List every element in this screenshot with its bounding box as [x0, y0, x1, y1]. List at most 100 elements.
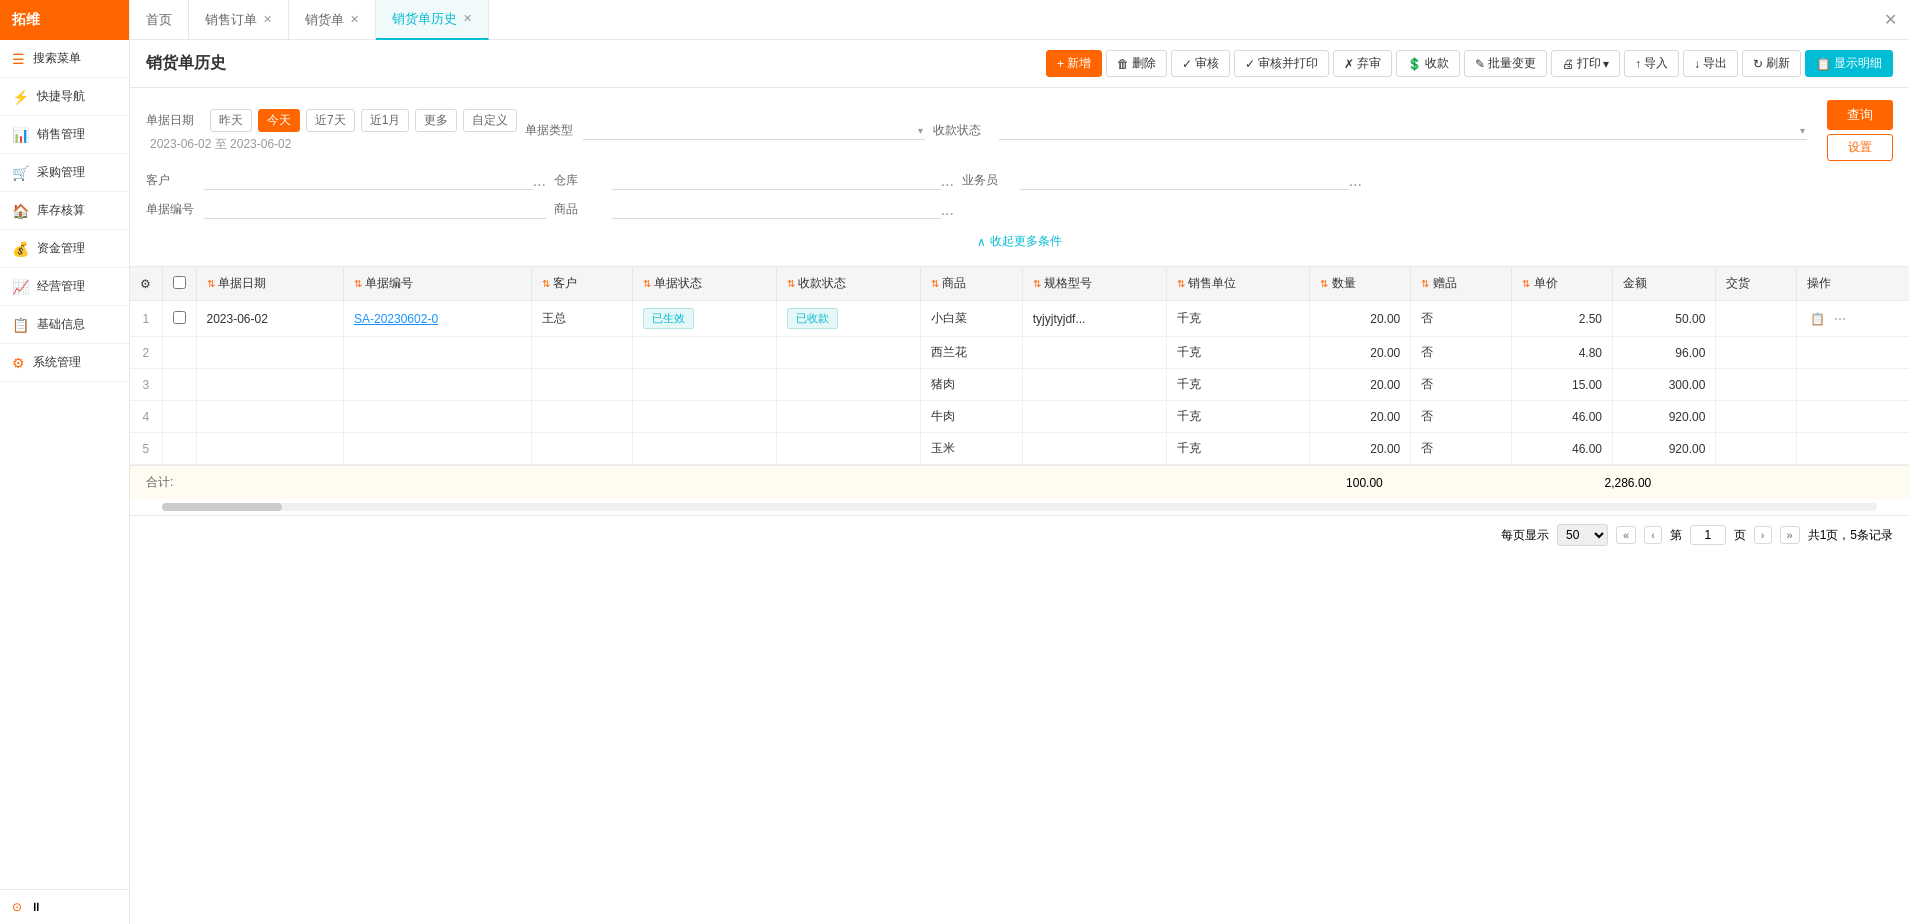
tab-home[interactable]: 首页	[130, 0, 189, 40]
cell-row-num: 1	[130, 301, 162, 337]
col-sales-unit[interactable]: ⇅ 销售单位	[1166, 267, 1310, 301]
sidebar-collapse-icon[interactable]: ⊙	[12, 900, 22, 914]
audit-print-button[interactable]: ✓ 审核并打印	[1234, 50, 1329, 77]
payment-status-select[interactable]	[999, 121, 1807, 139]
salesperson-input[interactable]	[1020, 171, 1349, 190]
cell-doc-status	[633, 337, 777, 369]
sidebar-item-inventory[interactable]: 🏠 库存核算	[0, 192, 129, 230]
tab-sales-order-close[interactable]: ✕	[263, 13, 272, 26]
col-quantity[interactable]: ⇅ 数量	[1310, 267, 1411, 301]
cell-sales-unit: 千克	[1166, 401, 1310, 433]
audit-button[interactable]: ✓ 审核	[1171, 50, 1230, 77]
first-page-button[interactable]: «	[1616, 526, 1636, 544]
product-dots[interactable]: ...	[941, 201, 954, 219]
per-page-select[interactable]: 50 100 200	[1557, 524, 1608, 546]
discard-button[interactable]: ✗ 弃审	[1333, 50, 1392, 77]
sidebar-pin-icon[interactable]: ⏸	[30, 900, 42, 914]
sort-icon: ⇅	[1033, 278, 1041, 289]
warehouse-input[interactable]	[612, 171, 941, 190]
col-gift[interactable]: ⇅ 赠品	[1411, 267, 1512, 301]
warehouse-dots[interactable]: ...	[941, 172, 954, 190]
date-btn-today[interactable]: 今天	[258, 109, 300, 132]
row-checkbox[interactable]	[173, 311, 186, 324]
batch-change-button[interactable]: ✎ 批量变更	[1464, 50, 1547, 77]
tab-sales-history[interactable]: 销货单历史 ✕	[376, 0, 489, 40]
col-doc-number[interactable]: ⇅ 单据编号	[344, 267, 532, 301]
new-button[interactable]: + 新增	[1046, 50, 1102, 77]
cell-sales-unit: 千克	[1166, 301, 1310, 337]
horizontal-scrollbar[interactable]	[162, 503, 1877, 511]
date-btn-1month[interactable]: 近1月	[361, 109, 410, 132]
tab-sales-goods-close[interactable]: ✕	[350, 13, 359, 26]
col-customer[interactable]: ⇅ 客户	[532, 267, 633, 301]
cell-doc-date	[196, 433, 344, 465]
doc-type-arrow-icon: ▾	[918, 125, 923, 136]
salesperson-dots[interactable]: ...	[1349, 172, 1362, 190]
print-button[interactable]: 🖨 打印 ▾	[1551, 50, 1620, 77]
cell-checkbox[interactable]	[162, 301, 196, 337]
col-checkbox[interactable]	[162, 267, 196, 301]
col-settings[interactable]: ⚙	[130, 267, 162, 301]
op-more-icon[interactable]: ⋯	[1834, 312, 1846, 326]
show-detail-button[interactable]: 📋 显示明细	[1805, 50, 1893, 77]
prev-page-button[interactable]: ‹	[1644, 526, 1662, 544]
warehouse-label: 仓库	[554, 172, 604, 189]
cell-spec-type	[1022, 369, 1166, 401]
cell-doc-number	[344, 369, 532, 401]
salesperson-label: 业务员	[962, 172, 1012, 189]
collect-button[interactable]: 💲 收款	[1396, 50, 1460, 77]
col-doc-date[interactable]: ⇅ 单据日期	[196, 267, 344, 301]
refresh-button[interactable]: ↻ 刷新	[1742, 50, 1801, 77]
show-detail-icon: 📋	[1816, 57, 1831, 71]
finance-mgmt-icon: 💰	[12, 241, 29, 257]
delete-button[interactable]: 🗑 删除	[1106, 50, 1167, 77]
scrollbar-thumb[interactable]	[162, 503, 282, 511]
sidebar-item-sales-mgmt[interactable]: 📊 销售管理	[0, 116, 129, 154]
col-product[interactable]: ⇅ 商品	[920, 267, 1022, 301]
last-page-button[interactable]: »	[1780, 526, 1800, 544]
tab-sales-history-close[interactable]: ✕	[463, 12, 472, 25]
collapse-button[interactable]: ∧ 收起更多条件	[146, 229, 1893, 254]
import-button[interactable]: ↑ 导入	[1624, 50, 1679, 77]
customer-label: 客户	[146, 172, 196, 189]
cell-doc-number[interactable]: SA-20230602-0	[344, 301, 532, 337]
op-view-icon[interactable]: 📋	[1810, 312, 1825, 326]
import-icon: ↑	[1635, 57, 1641, 71]
table-footer: 合计: 100.00 2,286.00	[130, 465, 1909, 499]
date-btn-yesterday[interactable]: 昨天	[210, 109, 252, 132]
doc-number-input[interactable]	[204, 200, 546, 219]
export-button[interactable]: ↓ 导出	[1683, 50, 1738, 77]
date-btn-custom[interactable]: 自定义	[463, 109, 517, 132]
customer-dots[interactable]: ...	[533, 172, 546, 190]
next-page-button[interactable]: ›	[1754, 526, 1772, 544]
cell-operation[interactable]: 📋 ⋯	[1796, 301, 1909, 337]
settings-icon: ⚙	[140, 277, 151, 291]
customer-input[interactable]	[204, 171, 533, 190]
sidebar-item-ops-mgmt[interactable]: 📈 经营管理	[0, 268, 129, 306]
sidebar-item-finance-mgmt[interactable]: 💰 资金管理	[0, 230, 129, 268]
sidebar-item-quick-nav[interactable]: ⚡ 快捷导航	[0, 78, 129, 116]
col-payment-status[interactable]: ⇅ 收款状态	[776, 267, 920, 301]
tab-sales-goods-label: 销货单	[305, 11, 344, 29]
page-number-input[interactable]	[1690, 525, 1726, 545]
tab-sales-order[interactable]: 销售订单 ✕	[189, 0, 289, 40]
product-input[interactable]	[612, 200, 941, 219]
ops-mgmt-icon: 📈	[12, 279, 29, 295]
col-spec-type[interactable]: ⇅ 规格型号	[1022, 267, 1166, 301]
set-button[interactable]: 设置	[1827, 134, 1893, 161]
tab-bar-close[interactable]: ✕	[1872, 10, 1909, 29]
page-title: 销货单历史	[146, 53, 226, 74]
sidebar-item-purchase-mgmt[interactable]: 🛒 采购管理	[0, 154, 129, 192]
sidebar-item-system-mgmt[interactable]: ⚙ 系统管理	[0, 344, 129, 382]
sidebar-item-search-menu[interactable]: ☰ 搜索菜单	[0, 40, 129, 78]
date-btn-7days[interactable]: 近7天	[306, 109, 355, 132]
date-btn-more[interactable]: 更多	[415, 109, 457, 132]
new-icon: +	[1057, 57, 1064, 71]
query-button[interactable]: 查询	[1827, 100, 1893, 130]
doc-type-select[interactable]	[583, 121, 925, 139]
col-doc-status[interactable]: ⇅ 单据状态	[633, 267, 777, 301]
select-all-checkbox[interactable]	[173, 276, 186, 289]
tab-sales-goods[interactable]: 销货单 ✕	[289, 0, 376, 40]
sidebar-item-basic-info[interactable]: 📋 基础信息	[0, 306, 129, 344]
col-unit-price[interactable]: ⇅ 单价	[1512, 267, 1613, 301]
